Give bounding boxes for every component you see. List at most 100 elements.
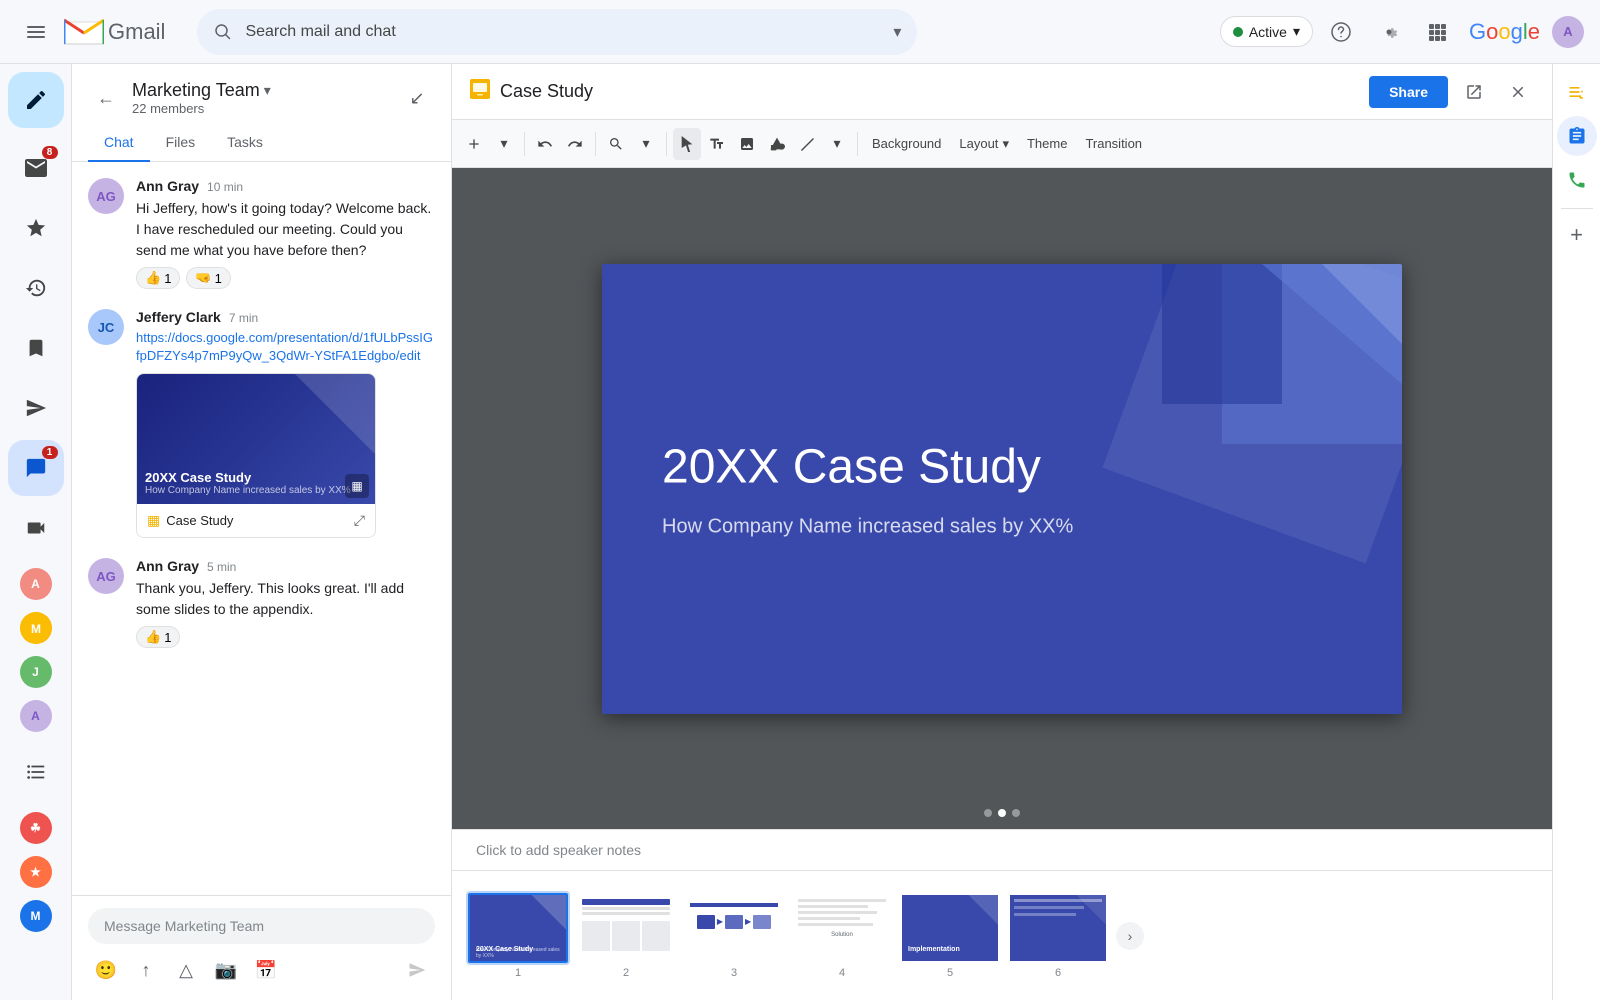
thumb-col-1: [582, 921, 610, 951]
toolbar-zoom-button[interactable]: [602, 128, 630, 160]
message-link[interactable]: https://docs.google.com/presentation/d/1…: [136, 330, 433, 363]
sidebar-send-button[interactable]: [8, 380, 64, 436]
contact-avatar-2[interactable]: M: [20, 612, 52, 644]
send-button[interactable]: [399, 952, 435, 988]
toolbar-separator-2: [595, 132, 596, 156]
sidebar-tasks-button[interactable]: [8, 744, 64, 800]
attachment-card[interactable]: 20XX Case Study How Company Name increas…: [136, 373, 376, 538]
close-slides-button[interactable]: [1500, 74, 1536, 110]
toolbar-theme-button[interactable]: Theme: [1019, 128, 1075, 160]
toolbar-image-button[interactable]: [733, 128, 761, 160]
reaction-thumbsup-1[interactable]: 👍 1: [136, 267, 180, 289]
thumbnail-1[interactable]: 20XX Case Study How Company Name increas…: [468, 893, 568, 979]
hamburger-button[interactable]: [16, 12, 56, 52]
contact-avatar-1[interactable]: A: [20, 568, 52, 600]
toolbar-transition-button[interactable]: Transition: [1077, 128, 1150, 160]
toolbar-add-button[interactable]: [460, 128, 488, 160]
slide-canvas[interactable]: 20XX Case Study How Company Name increas…: [602, 264, 1402, 714]
slide-main-title[interactable]: 20XX Case Study: [662, 438, 1073, 496]
sidebar-mail-button[interactable]: 8: [8, 140, 64, 196]
toolbar-background-button[interactable]: Background: [864, 128, 949, 160]
sidebar-chat-button[interactable]: 1: [8, 440, 64, 496]
right-tasks-button[interactable]: [1557, 116, 1597, 156]
sidebar-saved-button[interactable]: [8, 320, 64, 376]
compose-button[interactable]: [8, 72, 64, 128]
upload-button[interactable]: ↑: [128, 952, 164, 988]
sidebar-starred-button[interactable]: [8, 200, 64, 256]
chat-group-info: Marketing Team ▾ 22 members: [132, 80, 271, 116]
tab-chat[interactable]: Chat: [88, 124, 150, 162]
toolbar-line-button[interactable]: [793, 128, 821, 160]
speaker-notes[interactable]: Click to add speaker notes: [452, 829, 1552, 870]
thumbnail-3[interactable]: ▶ ▶ 3: [684, 893, 784, 979]
reaction-fist-1[interactable]: 🤜 1: [186, 267, 230, 289]
right-phone-button[interactable]: [1557, 160, 1597, 200]
open-attachment-button[interactable]: ⤢: [354, 512, 365, 529]
message-time-1: 10 min: [207, 180, 243, 194]
contact-avatar-5[interactable]: ☘: [20, 812, 52, 844]
thumbnail-6[interactable]: 6: [1008, 893, 1108, 979]
thumb-content-4: Solution: [794, 895, 890, 942]
right-add-button[interactable]: +: [1559, 217, 1595, 253]
author-name-2: Jeffery Clark: [136, 309, 221, 325]
contact-avatar-4[interactable]: A: [20, 700, 52, 732]
sidebar-recent-button[interactable]: [8, 260, 64, 316]
toolbar-undo-button[interactable]: [531, 128, 559, 160]
thumb-arrows-3: ▶ ▶: [690, 915, 778, 929]
theme-label: Theme: [1027, 136, 1067, 151]
sidebar-meet-button[interactable]: [8, 500, 64, 556]
settings-button[interactable]: [1369, 12, 1409, 52]
back-button[interactable]: ←: [88, 80, 124, 116]
toolbar-cursor-button[interactable]: [673, 128, 701, 160]
thumbnail-2[interactable]: 2: [576, 893, 676, 979]
slide-subtitle[interactable]: How Company Name increased sales by XX%: [662, 516, 1073, 539]
search-dropdown-icon[interactable]: ▾: [893, 22, 901, 42]
contact-avatar-6[interactable]: ★: [20, 856, 52, 888]
toolbar-line-dropdown[interactable]: ▾: [823, 128, 851, 160]
toolbar-layout-button[interactable]: Layout ▾: [951, 128, 1017, 160]
user-avatar[interactable]: A: [1552, 16, 1584, 48]
message-input-area: Message Marketing Team 🙂 ↑ △ 📷 📅: [72, 895, 451, 1000]
slides-document-title[interactable]: Case Study: [500, 81, 1361, 102]
thumb-arrow-3: [753, 915, 771, 929]
message-input[interactable]: Message Marketing Team: [88, 908, 435, 944]
chat-header: ← Marketing Team ▾ 22 members ↙: [72, 64, 451, 116]
toolbar-zoom-dropdown[interactable]: ▾: [632, 128, 660, 160]
group-dropdown-icon: ▾: [264, 82, 271, 99]
search-bar[interactable]: Search mail and chat ▾: [197, 9, 917, 55]
input-actions: 🙂 ↑ △ 📷 📅: [88, 952, 435, 988]
message-time-2: 7 min: [229, 311, 258, 325]
thumb-line-1: [582, 907, 670, 910]
tab-tasks[interactable]: Tasks: [211, 124, 279, 162]
toolbar-redo-button[interactable]: [561, 128, 589, 160]
jeffery-avatar: JC: [88, 309, 124, 345]
mail-badge: 8: [42, 146, 58, 159]
tab-files[interactable]: Files: [150, 124, 212, 162]
status-badge[interactable]: Active ▾: [1220, 16, 1313, 47]
apps-button[interactable]: [1417, 12, 1457, 52]
contact-avatar-7[interactable]: M: [20, 900, 52, 932]
reaction-thumbsup-3[interactable]: 👍 1: [136, 626, 180, 648]
at-mention-button[interactable]: △: [168, 952, 204, 988]
slide-canvas-container: 20XX Case Study How Company Name increas…: [452, 168, 1552, 809]
thumb-deco-1: [531, 895, 566, 930]
right-notes-button[interactable]: [1557, 72, 1597, 112]
toolbar-textbox-button[interactable]: [703, 128, 731, 160]
video-button[interactable]: 📷: [208, 952, 244, 988]
thumbnails-next-button[interactable]: ›: [1116, 922, 1144, 950]
chat-group-name: Marketing Team: [132, 80, 260, 101]
help-button[interactable]: [1321, 12, 1361, 52]
share-button[interactable]: Share: [1369, 76, 1448, 108]
contact-avatar-3[interactable]: J: [20, 656, 52, 688]
chat-tabs: Chat Files Tasks: [72, 124, 451, 162]
emoji-button[interactable]: 🙂: [88, 952, 124, 988]
thumbnail-4[interactable]: Solution 4: [792, 893, 892, 979]
toolbar-add-dropdown[interactable]: ▾: [490, 128, 518, 160]
gmail-logo: Gmail: [64, 18, 165, 46]
open-new-window-button[interactable]: [1456, 74, 1492, 110]
thumbnail-5[interactable]: Implementation 5: [900, 893, 1000, 979]
toolbar-shapes-button[interactable]: [763, 128, 791, 160]
calendar-button[interactable]: 📅: [248, 952, 284, 988]
thumb-img-5: Implementation: [900, 893, 1000, 963]
minimize-button[interactable]: ↙: [399, 80, 435, 116]
